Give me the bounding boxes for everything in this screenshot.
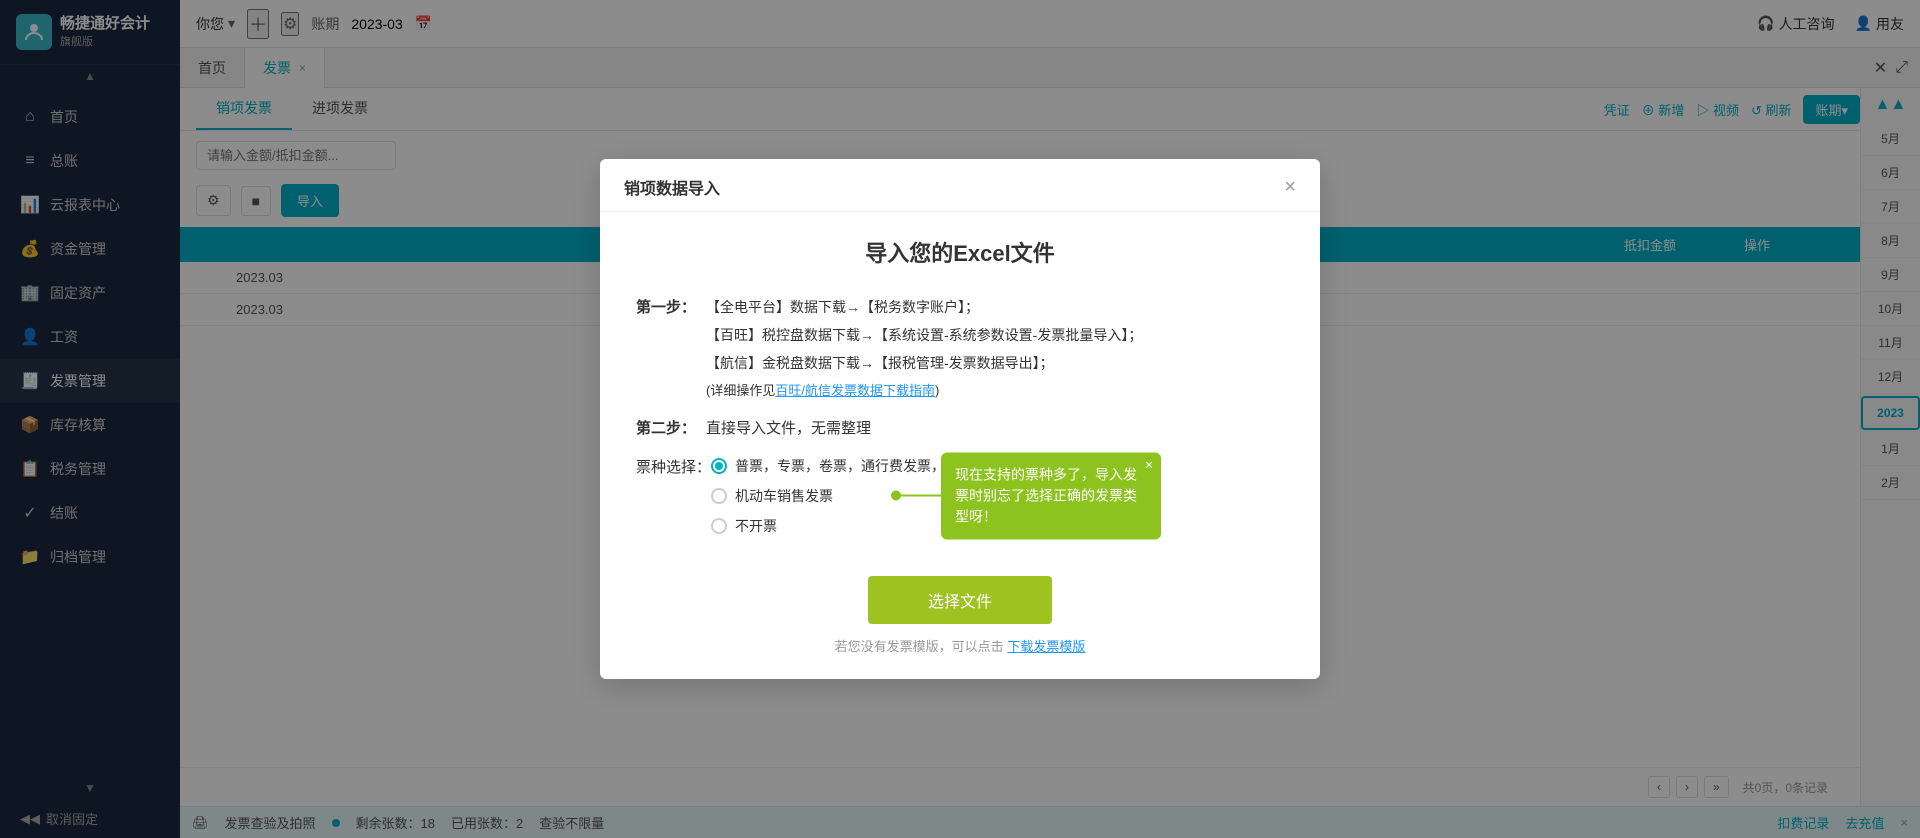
dialog-overlay: 销项数据导入 × 导入您的Excel文件 第一步： 【全电平台】数据下载→【税务… <box>0 0 1920 838</box>
bottom-note-prefix: 若您没有发票模版，可以点击 <box>835 639 1004 654</box>
radio-dot-0 <box>711 458 727 474</box>
radio-group: 普票，专票，卷票，通行费发票，农产品销售发票 机动车销售发票 × <box>711 456 1043 536</box>
step1-label: 第一步： <box>636 296 706 317</box>
tooltip-area: × 现在支持的票种多了，导入发票时别忘了选择正确的发票类型呀！ <box>891 452 1161 539</box>
step2-label: 第二步： <box>636 417 706 438</box>
dialog-close-btn[interactable]: × <box>1284 176 1296 199</box>
step1-line2: 【百旺】税控盘数据下载→【系统设置-系统参数设置-发票批量导入】； <box>706 324 1284 348</box>
download-template-link[interactable]: 下载发票模版 <box>1007 639 1085 654</box>
dialog-body: 导入您的Excel文件 第一步： 【全电平台】数据下载→【税务数字账户】； 【百… <box>600 212 1320 559</box>
step1-line1: 【全电平台】数据下载→【税务数字账户】； <box>706 296 1284 320</box>
tooltip-text: 现在支持的票种多了，导入发票时别忘了选择正确的发票类型呀！ <box>955 466 1137 524</box>
select-file-btn[interactable]: 选择文件 <box>868 576 1052 624</box>
radio-label-1: 机动车销售发票 <box>735 486 833 506</box>
step1-link: (详细操作见百旺/航信发票数据下载指南) <box>706 380 1284 399</box>
ticket-type-section: 票种选择： 普票，专票，卷票，通行费发票，农产品销售发票 机动车销售发票 <box>636 456 1284 536</box>
tooltip-bubble: × 现在支持的票种多了，导入发票时别忘了选择正确的发票类型呀！ <box>941 452 1161 539</box>
tooltip-line <box>891 495 941 497</box>
step1-content: 【全电平台】数据下载→【税务数字账户】； 【百旺】税控盘数据下载→【系统设置-系… <box>706 296 1284 398</box>
radio-label-2: 不开票 <box>735 516 777 536</box>
step2-content: 直接导入文件，无需整理 <box>706 417 871 438</box>
dialog-main-title: 导入您的Excel文件 <box>636 236 1284 268</box>
ticket-type-label: 票种选择： <box>636 456 711 477</box>
dialog-step1: 第一步： 【全电平台】数据下载→【税务数字账户】； 【百旺】税控盘数据下载→【系… <box>636 296 1284 398</box>
tooltip-connector-dot <box>891 491 901 501</box>
tooltip-close-btn[interactable]: × <box>1145 456 1153 472</box>
download-guide-link[interactable]: 百旺/航信发票数据下载指南 <box>775 383 935 398</box>
dialog-footer: 选择文件 若您没有发票模版，可以点击 下载发票模版 <box>600 560 1320 679</box>
radio-option-1[interactable]: 机动车销售发票 × 现在支持的票种多了，导入发票时别忘了选择正确的发票类型呀！ <box>711 486 1043 506</box>
radio-dot-2 <box>711 518 727 534</box>
step1-line3: 【航信】金税盘数据下载→【报税管理-发票数据导出】； <box>706 352 1284 376</box>
dialog-header: 销项数据导入 × <box>600 159 1320 212</box>
dialog-step2: 第二步： 直接导入文件，无需整理 <box>636 417 1284 438</box>
dialog-bottom-note: 若您没有发票模版，可以点击 下载发票模版 <box>636 636 1284 655</box>
radio-dot-1 <box>711 488 727 504</box>
import-dialog: 销项数据导入 × 导入您的Excel文件 第一步： 【全电平台】数据下载→【税务… <box>600 159 1320 678</box>
dialog-title: 销项数据导入 <box>624 175 720 199</box>
